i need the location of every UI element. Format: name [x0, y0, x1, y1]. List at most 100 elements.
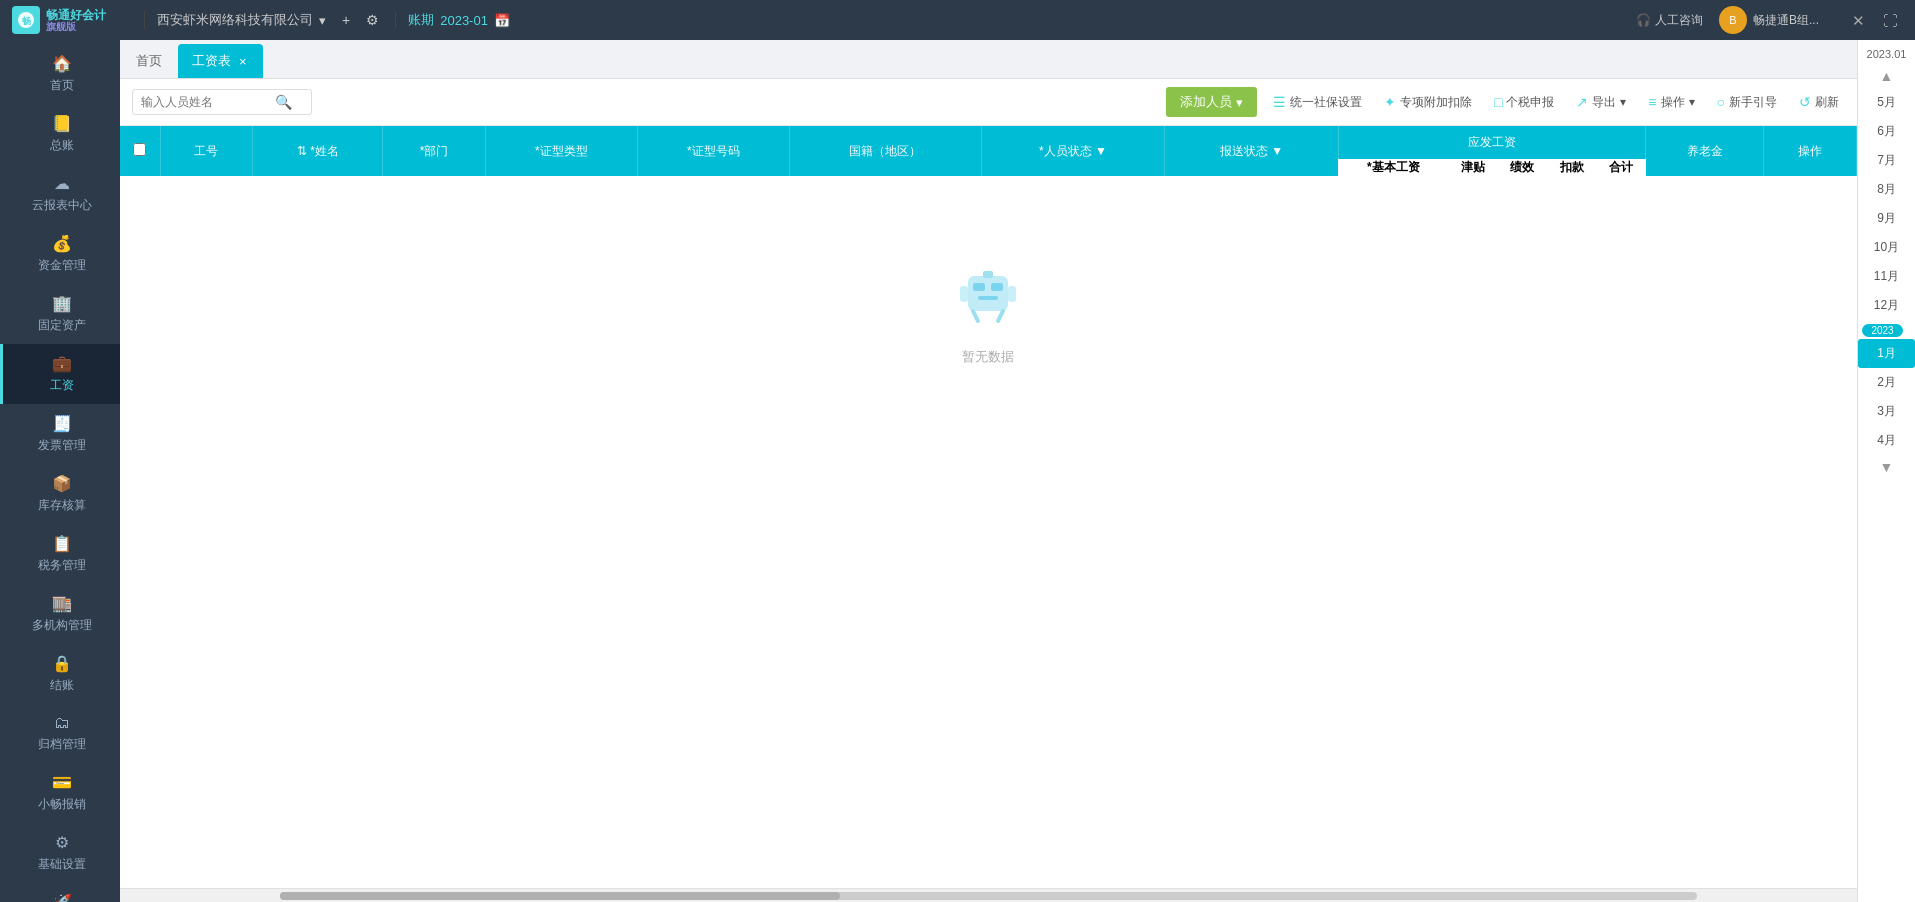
sidebar-label-settings: 基础设置: [38, 856, 86, 873]
content-area: 首页 工资表 × 🔍 添加人员 ▾ ☰ 统一社保设置: [120, 40, 1857, 902]
no-data-icon: [948, 256, 1028, 336]
scroll-down-button[interactable]: ▼: [1858, 455, 1915, 479]
window-controls: ✕ ⛶: [1847, 11, 1903, 30]
settings-button[interactable]: ⚙: [362, 8, 383, 32]
th-checkbox[interactable]: [120, 126, 160, 176]
sidebar-item-salary[interactable]: 💼 工资: [0, 344, 120, 404]
horizontal-scrollbar[interactable]: [120, 888, 1857, 902]
th-allowance: 津贴: [1448, 159, 1498, 176]
th-dept: *部门: [383, 126, 485, 176]
sidebar-item-multi-org[interactable]: 🏬 多机构管理: [0, 584, 120, 644]
personal-tax-button[interactable]: □ 个税申报: [1488, 90, 1560, 115]
user-menu[interactable]: B 畅捷通B组...: [1719, 6, 1819, 34]
separator2: [395, 11, 396, 29]
scroll-up-button[interactable]: ▲: [1858, 64, 1915, 88]
sidebar-label-multi-org: 多机构管理: [32, 617, 92, 634]
month-8[interactable]: 8月: [1858, 175, 1915, 204]
th-id-no: *证型号码: [637, 126, 789, 176]
guide-help-icon: ○: [1717, 94, 1725, 110]
dropdown-icon: ▾: [319, 13, 326, 28]
sidebar-item-expense[interactable]: 💳 小畅报销: [0, 763, 120, 823]
sidebar-item-cloud-report[interactable]: ☁ 云报表中心: [0, 164, 120, 224]
sidebar-item-guide[interactable]: 🚀 新手引导: [0, 883, 120, 902]
dropdown-arrow-icon: ▾: [1236, 95, 1243, 110]
sidebar-label-invoice: 发票管理: [38, 437, 86, 454]
close-window-button[interactable]: ✕: [1847, 11, 1870, 30]
scrollbar-track[interactable]: [280, 892, 1697, 900]
sidebar-item-settings[interactable]: ⚙ 基础设置: [0, 823, 120, 883]
tab-salary: 工资表 ×: [178, 44, 263, 78]
social-security-button[interactable]: ☰ 统一社保设置: [1267, 90, 1368, 115]
svg-rect-8: [1008, 286, 1016, 302]
sidebar-item-archive[interactable]: 🗂 归档管理: [0, 704, 120, 763]
special-deduction-button[interactable]: ✦ 专项附加扣除: [1378, 90, 1478, 115]
filter-icon-report[interactable]: ▼: [1271, 144, 1283, 158]
sidebar: 🏠 首页 📒 总账 ☁ 云报表中心 💰 资金管理 🏢 固定资产 💼 工资 🧾 发…: [0, 40, 120, 902]
operation-button[interactable]: ≡ 操作 ▾: [1642, 90, 1700, 115]
month-5[interactable]: 5月: [1858, 88, 1915, 117]
sidebar-label-fund: 资金管理: [38, 257, 86, 274]
tab-close-button[interactable]: ×: [237, 55, 249, 68]
service-button[interactable]: 🎧 人工咨询: [1636, 12, 1703, 29]
settings-sidebar-icon: ⚙: [55, 833, 69, 852]
sidebar-item-home[interactable]: 🏠 首页: [0, 44, 120, 104]
sidebar-label-ledger: 总账: [50, 137, 74, 154]
headset-icon: 🎧: [1636, 13, 1651, 27]
no-data-cell: 暂无数据: [120, 176, 1857, 406]
add-person-button[interactable]: 添加人员 ▾: [1166, 87, 1257, 117]
month-2[interactable]: 2月: [1858, 368, 1915, 397]
svg-text:畅: 畅: [22, 16, 31, 26]
sidebar-item-fixed-asset[interactable]: 🏢 固定资产: [0, 284, 120, 344]
filter-icon-status[interactable]: ▼: [1095, 144, 1107, 158]
sidebar-item-tax[interactable]: 📋 税务管理: [0, 524, 120, 584]
sidebar-item-fund[interactable]: 💰 资金管理: [0, 224, 120, 284]
ledger-icon: 📒: [52, 114, 72, 133]
sort-icon: ⇅: [297, 144, 307, 158]
separator: [144, 11, 145, 29]
no-data-text: 暂无数据: [962, 348, 1014, 366]
expense-icon: 💳: [52, 773, 72, 792]
sidebar-item-close-account[interactable]: 🔒 结账: [0, 644, 120, 704]
sidebar-label-home: 首页: [50, 77, 74, 94]
maximize-window-button[interactable]: ⛶: [1878, 11, 1903, 30]
month-1[interactable]: 1月: [1858, 339, 1915, 368]
month-4[interactable]: 4月: [1858, 426, 1915, 455]
export-button[interactable]: ↗ 导出 ▾: [1570, 90, 1632, 115]
svg-rect-6: [983, 271, 993, 278]
operation-icon: ≡: [1648, 94, 1656, 110]
company-selector[interactable]: 西安虾米网络科技有限公司 ▾: [157, 11, 326, 29]
sidebar-item-ledger[interactable]: 📒 总账: [0, 104, 120, 164]
th-country: 国籍（地区）: [789, 126, 981, 176]
select-all-checkbox[interactable]: [133, 143, 146, 156]
sidebar-item-invoice[interactable]: 🧾 发票管理: [0, 404, 120, 464]
month-6[interactable]: 6月: [1858, 117, 1915, 146]
tax-icon: 📋: [52, 534, 72, 553]
social-security-icon: ☰: [1273, 94, 1286, 110]
user-name: 畅捷通B组...: [1753, 12, 1819, 29]
svg-rect-3: [973, 283, 985, 291]
refresh-button[interactable]: ↺ 刷新: [1793, 90, 1845, 115]
month-3[interactable]: 3月: [1858, 397, 1915, 426]
svg-line-10: [998, 311, 1003, 321]
month-7[interactable]: 7月: [1858, 146, 1915, 175]
scrollbar-thumb[interactable]: [280, 892, 840, 900]
main-layout: 🏠 首页 📒 总账 ☁ 云报表中心 💰 资金管理 🏢 固定资产 💼 工资 🧾 发…: [0, 40, 1915, 902]
month-12[interactable]: 12月: [1858, 291, 1915, 320]
month-9[interactable]: 9月: [1858, 204, 1915, 233]
th-status: *人员状态 ▼: [981, 126, 1164, 176]
top-bar-right: 🎧 人工咨询 B 畅捷通B组... ✕ ⛶: [1636, 6, 1903, 34]
guide-button[interactable]: ○ 新手引导: [1711, 90, 1783, 115]
search-wrap: 🔍: [132, 89, 312, 115]
tab-home[interactable]: 首页: [120, 44, 178, 78]
th-report-status: 报送状态 ▼: [1165, 126, 1339, 176]
search-input[interactable]: [141, 95, 271, 109]
calendar-icon[interactable]: 📅: [494, 13, 510, 28]
sidebar-label-salary: 工资: [50, 377, 74, 394]
year-badge: 2023: [1862, 324, 1911, 339]
month-10[interactable]: 10月: [1858, 233, 1915, 262]
svg-rect-4: [991, 283, 1003, 291]
sidebar-item-inventory[interactable]: 📦 库存核算: [0, 464, 120, 524]
month-11[interactable]: 11月: [1858, 262, 1915, 291]
guide-icon: 🚀: [52, 893, 72, 902]
add-company-button[interactable]: +: [338, 8, 354, 32]
